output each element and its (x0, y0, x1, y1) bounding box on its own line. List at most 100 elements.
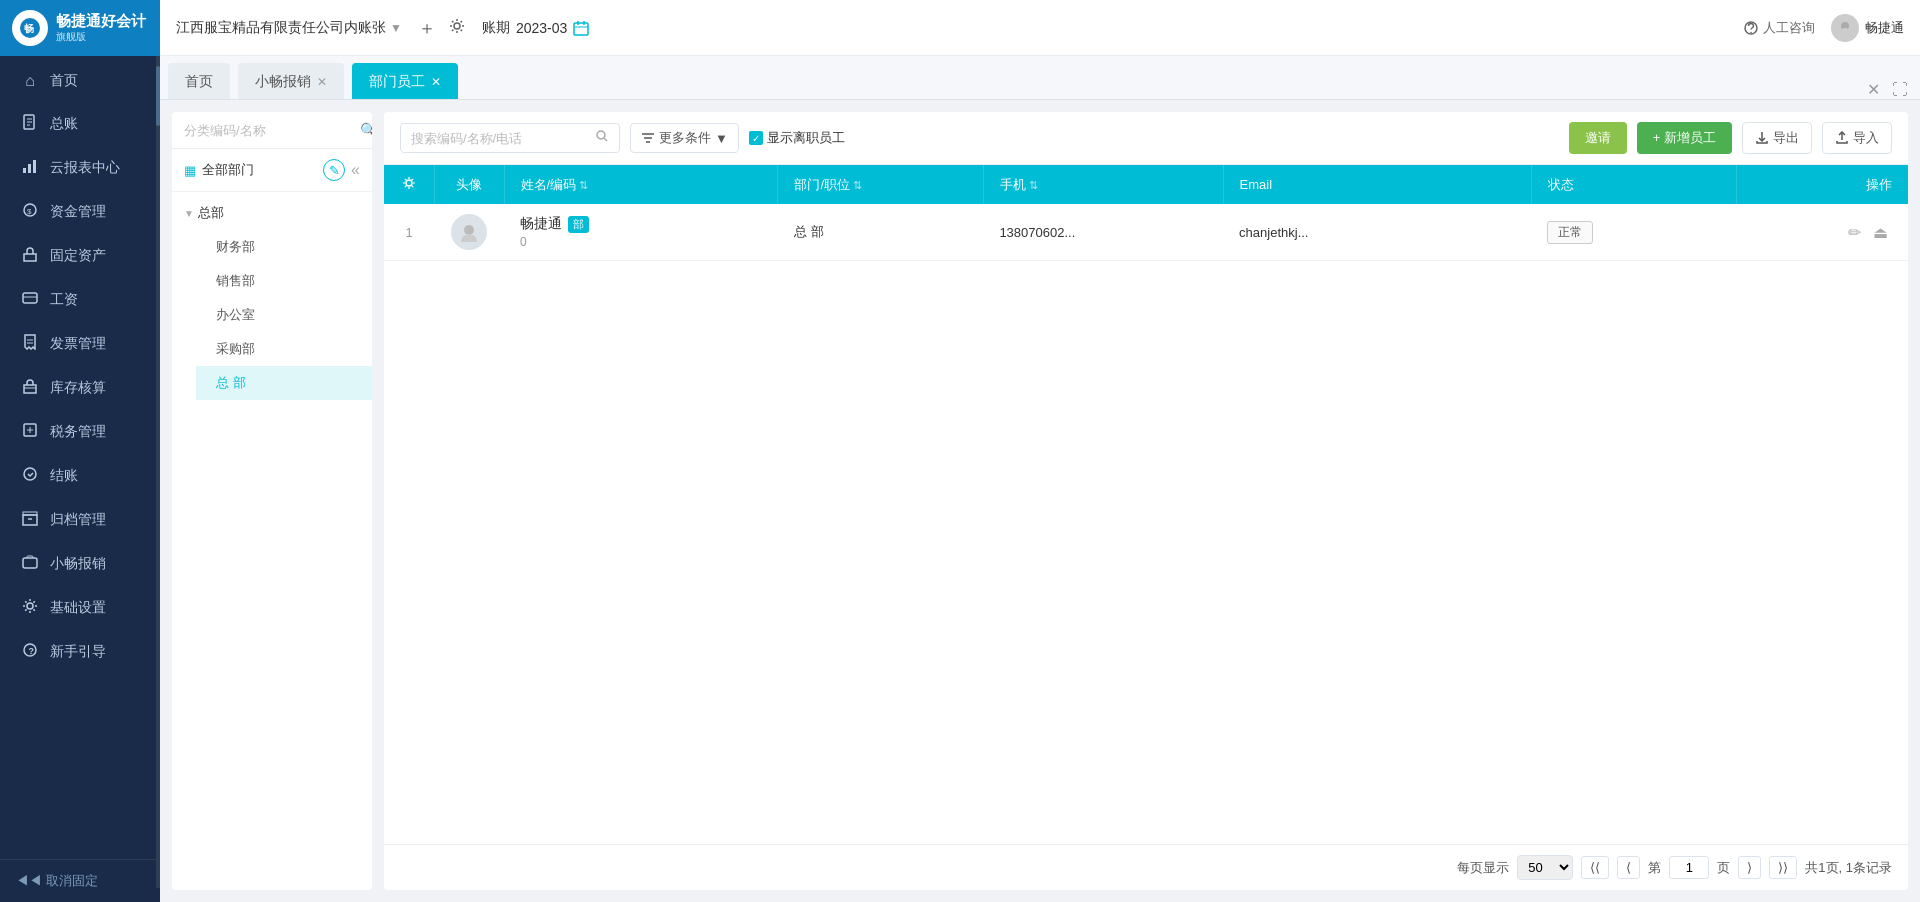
content-area: 🔍 ▦ 全部部门 ✎ « ▼ 总部 财务部 销售部 办公室 (160, 100, 1920, 902)
dept-search-icon[interactable]: 🔍 (360, 122, 372, 138)
ledger-icon (20, 114, 40, 134)
more-filter-button[interactable]: 更多条件 ▼ (630, 123, 739, 153)
sidebar-item-archive[interactable]: 归档管理 (0, 498, 160, 542)
close-all-icon[interactable]: ✕ (1867, 80, 1880, 99)
unpin-button[interactable]: ◀◀ 取消固定 (0, 859, 160, 902)
logo-text-area: 畅捷通好会计 旗舰版 (56, 12, 146, 44)
add-company-button[interactable]: ＋ (418, 16, 436, 40)
table-header-row: 头像 姓名/编码 部门/职位 手机 Email 状态 操作 (384, 165, 1908, 204)
last-page-button[interactable]: ⟩⟩ (1769, 856, 1797, 879)
support-button[interactable]: 人工咨询 (1743, 19, 1815, 37)
per-page-select[interactable]: 50 100 (1517, 855, 1573, 880)
export-icon (1755, 131, 1769, 145)
resigned-checkbox[interactable]: ✓ (749, 131, 763, 145)
dept-node-bgb[interactable]: 办公室 (196, 298, 372, 332)
th-phone[interactable]: 手机 (983, 165, 1223, 204)
th-settings[interactable] (384, 165, 434, 204)
toolbar-right-actions: 邀请 + 新增员工 导出 导入 (1569, 122, 1892, 154)
per-page-label: 每页显示 (1457, 859, 1509, 877)
calendar-icon[interactable] (573, 20, 589, 36)
sidebar-item-settings[interactable]: 基础设置 (0, 586, 160, 630)
sidebar-item-label: 资金管理 (50, 203, 106, 221)
all-departments-header: ▦ 全部部门 ✎ « (172, 149, 372, 192)
tab-expense[interactable]: 小畅报销 ✕ (238, 63, 344, 99)
sidebar-item-ledger[interactable]: 总账 (0, 102, 160, 146)
employee-code: 0 (520, 235, 762, 249)
svg-point-37 (597, 131, 605, 139)
period-value: 2023-03 (516, 20, 567, 36)
sidebar-item-home[interactable]: ⌂ 首页 (0, 60, 160, 102)
sidebar-scrollbar[interactable] (156, 56, 160, 888)
assets-icon (20, 246, 40, 266)
sidebar-item-inventory[interactable]: 库存核算 (0, 366, 160, 410)
dept-node-selected[interactable]: 总 部 (196, 366, 372, 400)
employee-dept-badge: 部 (568, 216, 589, 233)
dept-tree: ▼ 总部 财务部 销售部 办公室 采购部 总 部 (172, 192, 372, 404)
sidebar-item-label: 固定资产 (50, 247, 106, 265)
period-display: 账期 2023-03 (482, 19, 589, 37)
edit-dept-icon[interactable]: ✎ (323, 159, 345, 181)
svg-rect-11 (24, 254, 36, 261)
show-resigned-toggle[interactable]: ✓ 显示离职员工 (749, 129, 845, 147)
next-page-button[interactable]: ⟩ (1738, 856, 1761, 879)
dept-sub-tree: 财务部 销售部 办公室 采购部 总 部 (172, 230, 372, 400)
sidebar-item-salary[interactable]: 工资 (0, 278, 160, 322)
th-name[interactable]: 姓名/编码 (504, 165, 778, 204)
svg-rect-6 (23, 168, 26, 173)
main-area: 江西服宝精品有限责任公司内账张 ▼ ＋ 账期 2023-03 人工咨询 畅捷通 (160, 0, 1920, 902)
sidebar-item-guide[interactable]: ? 新手引导 (0, 630, 160, 674)
expense-icon (20, 554, 40, 574)
company-name: 江西服宝精品有限责任公司内账张 (176, 19, 386, 37)
collapse-icon[interactable]: « (351, 161, 360, 179)
company-selector[interactable]: 江西服宝精品有限责任公司内账张 ▼ (176, 19, 402, 37)
sidebar-item-funds[interactable]: $ 资金管理 (0, 190, 160, 234)
avatar (1831, 14, 1859, 42)
sidebar-nav: ⌂ 首页 总账 云报表中心 $ 资金管理 固定资产 (0, 56, 160, 859)
dept-node-cwb[interactable]: 财务部 (196, 230, 372, 264)
expand-icon[interactable]: ⛶ (1892, 81, 1908, 99)
sidebar-item-assets[interactable]: 固定资产 (0, 234, 160, 278)
sidebar-item-label: 结账 (50, 467, 78, 485)
import-button[interactable]: 导入 (1822, 122, 1892, 154)
th-status: 状态 (1531, 165, 1736, 204)
employee-search-icon[interactable] (595, 129, 609, 147)
employee-name-area: 畅捷通 部 (520, 215, 762, 233)
sidebar-item-tax[interactable]: 税务管理 (0, 410, 160, 454)
th-actions: 操作 (1737, 165, 1908, 204)
add-employee-button[interactable]: + 新增员工 (1637, 122, 1732, 154)
user-menu[interactable]: 畅捷通 (1831, 14, 1904, 42)
employee-search-input[interactable] (411, 131, 589, 146)
close-expense-tab-icon[interactable]: ✕ (317, 75, 327, 89)
page-number-input[interactable] (1669, 856, 1709, 879)
sidebar-item-close[interactable]: 结账 (0, 454, 160, 498)
svg-rect-7 (28, 164, 31, 173)
th-dept[interactable]: 部门/职位 (778, 165, 983, 204)
svg-point-45 (464, 225, 474, 235)
total-label: 共1页, 1条记录 (1805, 859, 1892, 877)
grid-icon: ▦ (184, 163, 196, 178)
sidebar-item-label: 基础设置 (50, 599, 106, 617)
tax-icon (20, 422, 40, 442)
dept-node-zb[interactable]: ▼ 总部 (172, 196, 372, 230)
sidebar-item-expense[interactable]: 小畅报销 (0, 542, 160, 586)
sidebar-item-label: 总账 (50, 115, 78, 133)
dept-search-input[interactable] (184, 123, 352, 138)
logo-icon: 畅 (12, 10, 48, 46)
sidebar-item-label: 归档管理 (50, 511, 106, 529)
dept-node-cgb[interactable]: 采购部 (196, 332, 372, 366)
settings-gear-icon[interactable] (448, 17, 466, 39)
dept-node-xsb[interactable]: 销售部 (196, 264, 372, 298)
first-page-button[interactable]: ⟨⟨ (1581, 856, 1609, 879)
prev-page-button[interactable]: ⟨ (1617, 856, 1640, 879)
tab-dept-emp[interactable]: 部门员工 ✕ (352, 63, 458, 99)
row-avatar (434, 204, 504, 261)
sidebar-item-reports[interactable]: 云报表中心 (0, 146, 160, 190)
tab-home[interactable]: 首页 (168, 63, 230, 99)
edit-employee-button[interactable]: ✏ (1844, 221, 1865, 244)
export-button[interactable]: 导出 (1742, 122, 1812, 154)
invite-button[interactable]: 邀请 (1569, 122, 1627, 154)
disable-employee-button[interactable]: ⏏ (1869, 221, 1892, 244)
dept-node-label: 总部 (198, 204, 224, 222)
close-dept-emp-tab-icon[interactable]: ✕ (431, 75, 441, 89)
sidebar-item-invoice[interactable]: 发票管理 (0, 322, 160, 366)
